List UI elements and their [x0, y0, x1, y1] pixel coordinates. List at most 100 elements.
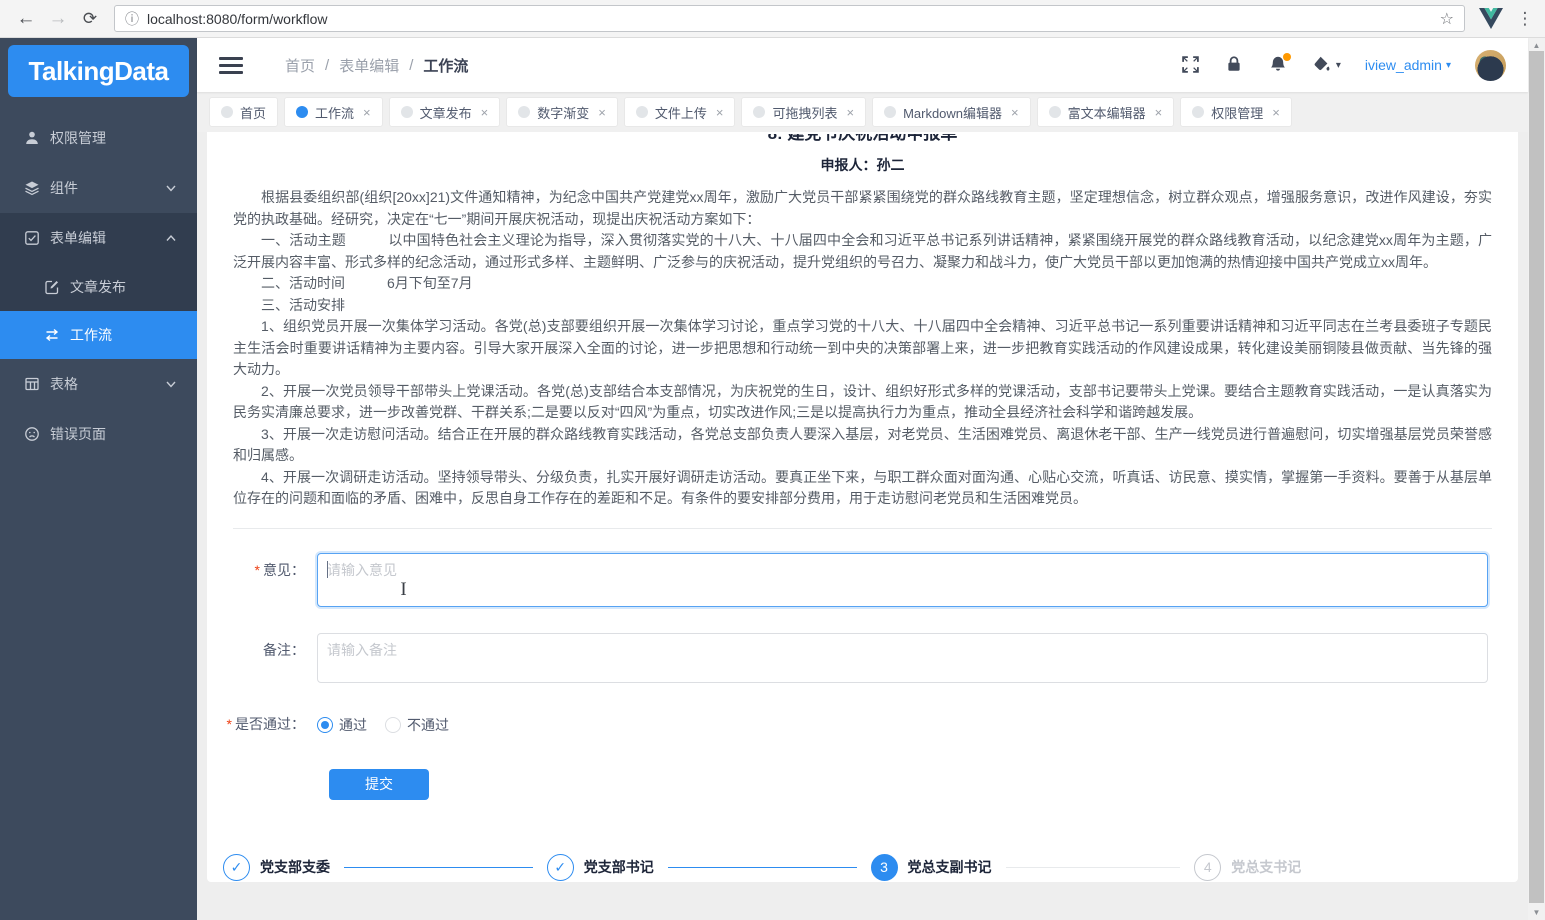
lock-icon[interactable]: [1225, 55, 1245, 75]
sidebar-group-form-edit: 表单编辑 文章发布 工作流: [0, 213, 197, 359]
page-content: 8: 建党节庆祝活动申报单 申报人：孙二 根据县委组织部(组织[20xx]21)…: [197, 132, 1528, 920]
sidebar-item-label: 工作流: [70, 327, 112, 343]
section-divider: [233, 527, 1492, 529]
approval-form: *意见： I 备注：: [207, 552, 1518, 800]
app-logo[interactable]: TalkingData: [8, 45, 189, 97]
browser-refresh-icon[interactable]: ⟳: [74, 9, 106, 29]
pass-radio-group: 通过 不通过: [317, 709, 1488, 735]
document-paragraph: 2、开展一次党员领导干部带头上党课活动。各党(总)支部结合本支部情况，为庆祝党的…: [233, 382, 1492, 421]
hamburger-menu-icon[interactable]: [219, 53, 243, 78]
vue-devtools-icon[interactable]: [1479, 7, 1503, 30]
sidebar-item-workflow[interactable]: 工作流: [0, 311, 197, 359]
sidebar-item-error-pages[interactable]: 错误页面: [0, 409, 197, 459]
scroll-down-icon[interactable]: ▼: [1528, 908, 1545, 917]
document-title: 8: 建党节庆祝活动申报单: [233, 134, 1492, 144]
scroll-up-icon[interactable]: ▲: [1528, 41, 1545, 50]
tab-label: 权限管理: [1211, 105, 1264, 121]
tab-close-icon[interactable]: ×: [1155, 105, 1163, 120]
submit-button[interactable]: 提交: [329, 768, 429, 800]
tab-markdown-editor[interactable]: Markdown编辑器 ×: [872, 97, 1031, 127]
page-scrollbar[interactable]: ▲ ▼: [1528, 38, 1545, 920]
radio-label: 不通过: [407, 716, 449, 733]
tab-dot-icon: [296, 106, 309, 118]
step-connector: [344, 866, 533, 868]
theme-bucket-icon: [1313, 55, 1333, 75]
sidebar-item-label: 权限管理: [50, 130, 106, 146]
tab-home[interactable]: 首页: [209, 97, 279, 127]
workflow-icon: [44, 327, 60, 343]
tab-close-icon[interactable]: ×: [363, 105, 371, 120]
radio-fail[interactable]: 不通过: [385, 715, 449, 735]
scrollbar-thumb[interactable]: [1529, 51, 1544, 903]
document-paragraph: 三、活动安排: [261, 296, 345, 313]
chevron-down-icon: [165, 378, 177, 390]
tab-close-icon[interactable]: ×: [598, 105, 606, 120]
pass-label: * 是否通过：: [226, 715, 305, 732]
tab-label: 数字渐变: [537, 105, 590, 121]
tab-close-icon[interactable]: ×: [481, 105, 489, 120]
tab-dot-icon: [1192, 106, 1205, 118]
remark-textarea[interactable]: [317, 632, 1488, 683]
error-icon: [24, 426, 40, 442]
tab-label: 文章发布: [419, 105, 472, 121]
chevron-up-icon: [165, 232, 177, 244]
step-branch-secretary: ✓ 党支部书记 李四审核并通过: [546, 853, 871, 883]
tab-permissions[interactable]: 权限管理 ×: [1180, 97, 1292, 127]
tab-rich-text-editor[interactable]: 富文本编辑器 ×: [1036, 97, 1175, 127]
tab-draggable-list[interactable]: 可拖拽列表 ×: [741, 97, 867, 127]
browser-menu-icon[interactable]: ⋮: [1515, 9, 1535, 29]
tab-label: 富文本编辑器: [1067, 105, 1146, 121]
bookmark-star-icon[interactable]: ☆: [1440, 9, 1454, 29]
sidebar-item-label: 错误页面: [50, 426, 106, 442]
step-check-icon: ✓: [223, 853, 250, 881]
username: iview_admin: [1364, 57, 1442, 73]
step-title: 党总支副书记: [907, 859, 992, 875]
theme-switcher[interactable]: ▾: [1313, 55, 1341, 75]
breadcrumb-home[interactable]: 首页: [285, 55, 315, 76]
user-menu[interactable]: iview_admin ▾: [1365, 57, 1451, 73]
tab-dot-icon: [400, 106, 413, 118]
document-paragraph: 3、开展一次走访慰问活动。结合正在开展的群众路线教育实践活动，各党总支部负责人要…: [233, 425, 1492, 464]
address-bar[interactable]: ⓘ localhost:8080/form/workflow ☆: [114, 5, 1465, 32]
sidebar-item-form-edit[interactable]: 表单编辑: [0, 213, 197, 263]
tab-close-icon[interactable]: ×: [846, 105, 854, 120]
tab-file-upload[interactable]: 文件上传 ×: [623, 97, 736, 127]
browser-back-icon[interactable]: ←: [10, 8, 42, 30]
tab-article-publish[interactable]: 文章发布 ×: [388, 97, 501, 127]
step-title: 党总支书记: [1231, 859, 1302, 875]
avatar[interactable]: [1475, 49, 1506, 81]
applicant-line: 申报人：孙二: [820, 157, 905, 173]
breadcrumb-form-edit[interactable]: 表单编辑: [339, 55, 399, 76]
sidebar-item-permissions[interactable]: 权限管理: [0, 113, 197, 163]
fullscreen-icon[interactable]: [1181, 55, 1201, 75]
tab-dot-icon: [518, 106, 531, 118]
step-branch-committee: ✓ 党支部支委 张三审核并通过: [223, 853, 547, 883]
browser-forward-icon[interactable]: →: [42, 8, 74, 30]
url-text[interactable]: localhost:8080/form/workflow: [147, 11, 1440, 27]
sidebar-item-article-publish[interactable]: 文章发布: [0, 263, 197, 311]
chevron-down-icon: ▾: [1445, 59, 1451, 71]
step-number-icon: 4: [1194, 853, 1222, 881]
opinion-textarea[interactable]: [317, 552, 1488, 607]
tab-count-to[interactable]: 数字渐变 ×: [506, 97, 618, 127]
form-edit-icon: [24, 230, 40, 246]
tab-close-icon[interactable]: ×: [1272, 105, 1280, 120]
radio-selected-icon: [317, 716, 333, 733]
required-mark: *: [254, 561, 260, 578]
tab-dot-icon: [884, 106, 897, 118]
sidebar: TalkingData 权限管理 组件 表单编辑 文章发布 工作流 表格 错误页…: [0, 38, 197, 920]
tab-close-icon[interactable]: ×: [1011, 105, 1019, 120]
sidebar-item-components[interactable]: 组件: [0, 163, 197, 213]
page-info-icon[interactable]: ⓘ: [125, 9, 139, 29]
sidebar-item-tables[interactable]: 表格: [0, 359, 197, 409]
bell-icon[interactable]: [1269, 53, 1291, 75]
tab-workflow[interactable]: 工作流 ×: [284, 97, 383, 127]
required-mark: *: [226, 715, 232, 732]
step-check-icon: ✓: [546, 853, 574, 881]
open-tabs-bar: 首页 工作流 × 文章发布 × 数字渐变 × 文件上传 × 可拖拽列表 × Ma…: [197, 92, 1528, 132]
radio-pass[interactable]: 通过: [317, 715, 367, 735]
tab-label: 文件上传: [654, 105, 707, 121]
tab-close-icon[interactable]: ×: [716, 105, 724, 120]
sidebar-item-label: 组件: [50, 180, 78, 196]
chevron-down-icon: [165, 182, 177, 194]
